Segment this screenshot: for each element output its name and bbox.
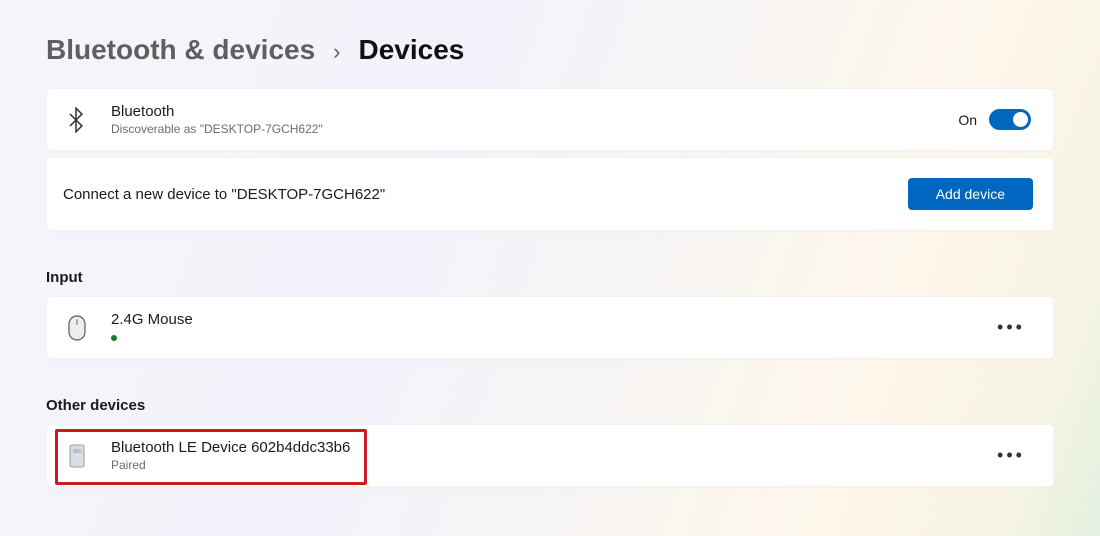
device-row-ble[interactable]: Bluetooth LE Device 602b4ddc33b6 Paired …	[46, 424, 1054, 487]
bluetooth-setting-row: Bluetooth Discoverable as "DESKTOP-7GCH6…	[46, 88, 1054, 151]
bluetooth-subtitle: Discoverable as "DESKTOP-7GCH622"	[111, 122, 323, 136]
chevron-right-icon: ›	[333, 39, 340, 65]
device-status	[111, 330, 193, 344]
device-name: 2.4G Mouse	[111, 311, 193, 328]
mouse-icon	[63, 314, 91, 342]
connect-device-row: Connect a new device to "DESKTOP-7GCH622…	[46, 157, 1054, 231]
device-row-mouse[interactable]: 2.4G Mouse •••	[46, 296, 1054, 359]
connected-dot-icon	[111, 335, 117, 341]
device-more-button[interactable]: •••	[991, 441, 1031, 471]
bluetooth-title: Bluetooth	[111, 103, 323, 120]
device-name: Bluetooth LE Device 602b4ddc33b6	[111, 439, 350, 456]
device-more-button[interactable]: •••	[991, 313, 1031, 343]
connect-prompt: Connect a new device to "DESKTOP-7GCH622…	[63, 186, 385, 203]
bluetooth-icon	[63, 107, 89, 133]
section-heading-input: Input	[46, 269, 1054, 286]
section-heading-other: Other devices	[46, 397, 1054, 414]
bluetooth-toggle-label: On	[958, 112, 977, 128]
breadcrumb: Bluetooth & devices › Devices	[46, 0, 1054, 88]
bluetooth-toggle[interactable]	[989, 109, 1031, 130]
breadcrumb-parent[interactable]: Bluetooth & devices	[46, 34, 315, 66]
breadcrumb-current: Devices	[359, 34, 465, 66]
generic-device-icon	[63, 443, 91, 469]
add-device-button[interactable]: Add device	[908, 178, 1033, 210]
device-status: Paired	[111, 458, 350, 472]
